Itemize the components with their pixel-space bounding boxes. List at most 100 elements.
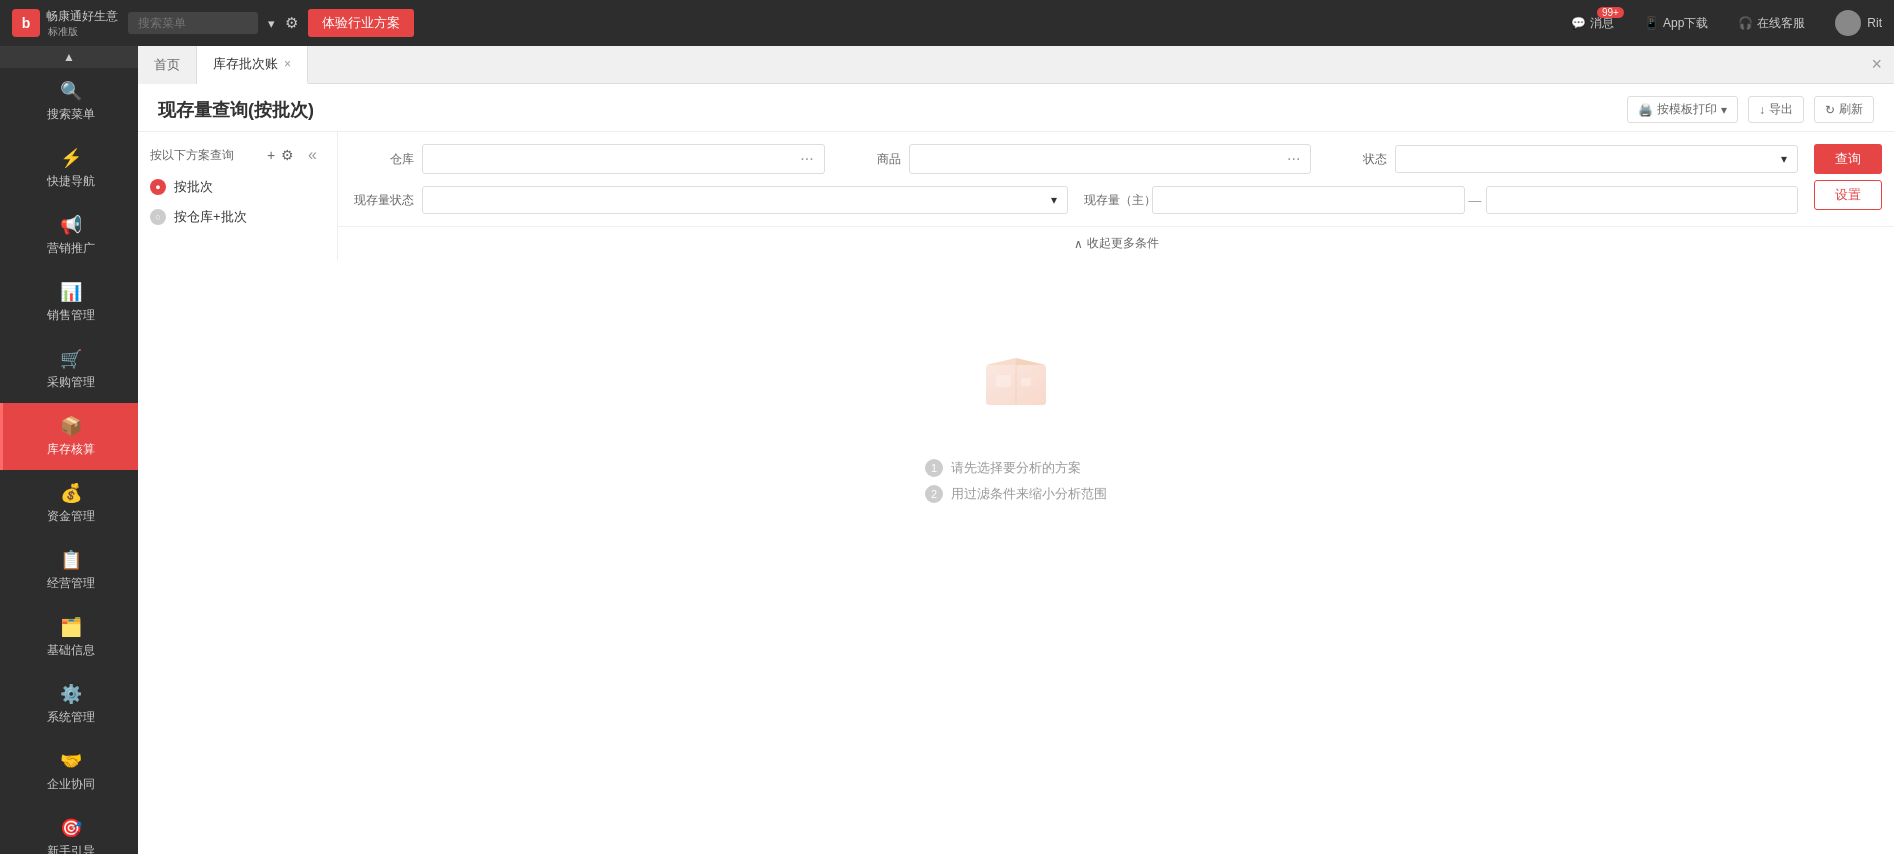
guide-icon: 🎯 xyxy=(60,817,82,839)
scheme-item-warehouse-batch[interactable]: ○ 按仓库+批次 xyxy=(138,202,337,232)
inventory-amount-label: 现存量（主） xyxy=(1084,192,1144,209)
sales-icon: 📊 xyxy=(60,281,82,303)
settings-gear-icon[interactable]: ⚙ xyxy=(285,14,298,32)
inventory-amount-field: 现存量（主） — xyxy=(1084,186,1798,214)
inventory-amount-max[interactable] xyxy=(1486,186,1799,214)
empty-steps: 1 请先选择要分析的方案 2 用过滤条件来缩小分析范围 xyxy=(925,459,1107,503)
sidebar-item-finance[interactable]: 💰 资金管理 xyxy=(0,470,138,537)
add-scheme-btn[interactable]: + xyxy=(267,146,275,164)
refresh-btn[interactable]: ↻ 刷新 xyxy=(1814,96,1874,123)
tab-close-icon[interactable]: × xyxy=(284,57,291,71)
print-btn[interactable]: 🖨️ 按模板打印 ▾ xyxy=(1627,96,1738,123)
operations-icon: 📋 xyxy=(60,549,82,571)
logo-icon: b xyxy=(12,9,40,37)
sidebar-item-marketing[interactable]: 📢 营销推广 xyxy=(0,202,138,269)
close-panel-btn[interactable]: × xyxy=(1859,54,1894,75)
product-input[interactable]: ··· xyxy=(909,144,1312,174)
search-dropdown-btn[interactable]: ▾ xyxy=(268,16,275,31)
content-area: 首页 库存批次账 × × 现存量查询(按批次) 🖨️ 按模板打印 ▾ xyxy=(138,46,1894,854)
quick-nav-icon: ⚡ xyxy=(60,147,82,169)
sidebar-item-enterprise[interactable]: 🤝 企业协同 xyxy=(0,738,138,805)
scheme-actions: + ⚙ « xyxy=(267,146,325,164)
tab-home-label: 首页 xyxy=(154,56,180,74)
basics-icon: 🗂️ xyxy=(60,616,82,638)
download-icon: 📱 xyxy=(1644,16,1659,30)
sidebar-item-purchase[interactable]: 🛒 采购管理 xyxy=(0,336,138,403)
username: Rit xyxy=(1867,16,1882,30)
step-2-num: 2 xyxy=(925,485,943,503)
notifications-btn[interactable]: 💬 消息 99+ xyxy=(1571,15,1614,32)
inventory-amount-range: — xyxy=(1152,186,1798,214)
sidebar-item-guide[interactable]: 🎯 新手引导 xyxy=(0,805,138,854)
filter-section: 按以下方案查询 + ⚙ « ● 按批次 ○ 按仓库+批次 xyxy=(138,132,1894,260)
filter-row-1: 仓库 ··· 商品 xyxy=(354,144,1798,174)
search-icon: 🔍 xyxy=(60,80,82,102)
scheme-settings-btn[interactable]: ⚙ xyxy=(281,146,294,164)
svg-rect-4 xyxy=(996,375,1011,387)
main-layout: ▲ 🔍 搜索菜单 ⚡ 快捷导航 📢 营销推广 📊 销售管理 🛒 采购管理 📦 库… xyxy=(0,46,1894,854)
filter-main: 仓库 ··· 商品 xyxy=(338,132,1894,260)
product-dots[interactable]: ··· xyxy=(1287,150,1300,168)
scheme-warehouse-batch-label: 按仓库+批次 xyxy=(174,208,247,226)
set-btn[interactable]: 设置 xyxy=(1814,180,1882,210)
sidebar: ▲ 🔍 搜索菜单 ⚡ 快捷导航 📢 营销推广 📊 销售管理 🛒 采购管理 📦 库… xyxy=(0,46,138,854)
refresh-label: 刷新 xyxy=(1839,101,1863,118)
sidebar-item-sales[interactable]: 📊 销售管理 xyxy=(0,269,138,336)
range-dash: — xyxy=(1469,193,1482,208)
status-label: 状态 xyxy=(1327,151,1387,168)
inventory-amount-min[interactable] xyxy=(1152,186,1465,214)
sidebar-item-sales-label: 销售管理 xyxy=(47,307,95,324)
page-content: 现存量查询(按批次) 🖨️ 按模板打印 ▾ ↓ 导出 ↻ 刷新 xyxy=(138,84,1894,854)
step-1-text: 请先选择要分析的方案 xyxy=(951,459,1081,477)
menu-search-input[interactable] xyxy=(128,12,258,34)
status-arrow-icon: ▾ xyxy=(1781,152,1787,166)
online-service-btn[interactable]: 🎧 在线客服 xyxy=(1738,15,1805,32)
sidebar-item-quick-nav-label: 快捷导航 xyxy=(47,173,95,190)
warehouse-input[interactable]: ··· xyxy=(422,144,825,174)
svg-marker-2 xyxy=(1016,358,1046,365)
sidebar-item-inventory-label: 库存核算 xyxy=(47,441,95,458)
marketing-icon: 📢 xyxy=(60,214,82,236)
user-area[interactable]: Rit xyxy=(1835,10,1882,36)
empty-illustration xyxy=(966,320,1066,420)
sidebar-item-quick-nav[interactable]: ⚡ 快捷导航 xyxy=(0,135,138,202)
sidebar-item-purchase-label: 采购管理 xyxy=(47,374,95,391)
tab-inventory-batch[interactable]: 库存批次账 × xyxy=(197,46,308,84)
system-icon: ⚙️ xyxy=(60,683,82,705)
sidebar-scroll-up-btn[interactable]: ▲ xyxy=(0,46,138,68)
edition-badge: 标准版 xyxy=(48,25,118,39)
scheme-item-batch[interactable]: ● 按批次 xyxy=(138,172,337,202)
export-label: 导出 xyxy=(1769,101,1793,118)
filter-scheme-title: 按以下方案查询 + ⚙ « xyxy=(138,142,337,172)
tab-home[interactable]: 首页 xyxy=(138,46,197,84)
empty-state: 1 请先选择要分析的方案 2 用过滤条件来缩小分析范围 xyxy=(138,260,1894,563)
collapse-scheme-btn[interactable]: « xyxy=(300,146,325,164)
sidebar-item-inventory[interactable]: 📦 库存核算 xyxy=(0,403,138,470)
step-1-num: 1 xyxy=(925,459,943,477)
inventory-icon: 📦 xyxy=(60,415,82,437)
collapse-more-btn[interactable]: ∧ 收起更多条件 xyxy=(338,226,1894,260)
trial-btn[interactable]: 体验行业方案 xyxy=(308,9,414,37)
sidebar-item-search-label: 搜索菜单 xyxy=(47,106,95,123)
export-btn[interactable]: ↓ 导出 xyxy=(1748,96,1804,123)
sidebar-item-basics[interactable]: 🗂️ 基础信息 xyxy=(0,604,138,671)
app-download-btn[interactable]: 📱 App下载 xyxy=(1644,15,1708,32)
service-icon: 🎧 xyxy=(1738,16,1753,30)
warehouse-dots[interactable]: ··· xyxy=(800,150,813,168)
sidebar-item-guide-label: 新手引导 xyxy=(47,843,95,854)
status-select[interactable]: ▾ xyxy=(1395,145,1798,173)
sidebar-item-search[interactable]: 🔍 搜索菜单 xyxy=(0,68,138,135)
filter-fields: 仓库 ··· 商品 xyxy=(338,132,1814,226)
svg-marker-1 xyxy=(986,358,1016,365)
query-btn[interactable]: 查询 xyxy=(1814,144,1882,174)
notification-badge: 99+ xyxy=(1597,7,1624,18)
top-header: b 畅康通好生意 标准版 ▾ ⚙ 体验行业方案 💬 消息 99+ 📱 App下载… xyxy=(0,0,1894,46)
sidebar-item-operations[interactable]: 📋 经营管理 xyxy=(0,537,138,604)
sidebar-item-system[interactable]: ⚙️ 系统管理 xyxy=(0,671,138,738)
app-download-label: App下载 xyxy=(1663,15,1708,32)
inventory-status-select[interactable]: ▾ xyxy=(422,186,1068,214)
export-icon: ↓ xyxy=(1759,103,1765,117)
scheme-batch-label: 按批次 xyxy=(174,178,213,196)
refresh-icon: ↻ xyxy=(1825,103,1835,117)
sidebar-item-finance-label: 资金管理 xyxy=(47,508,95,525)
